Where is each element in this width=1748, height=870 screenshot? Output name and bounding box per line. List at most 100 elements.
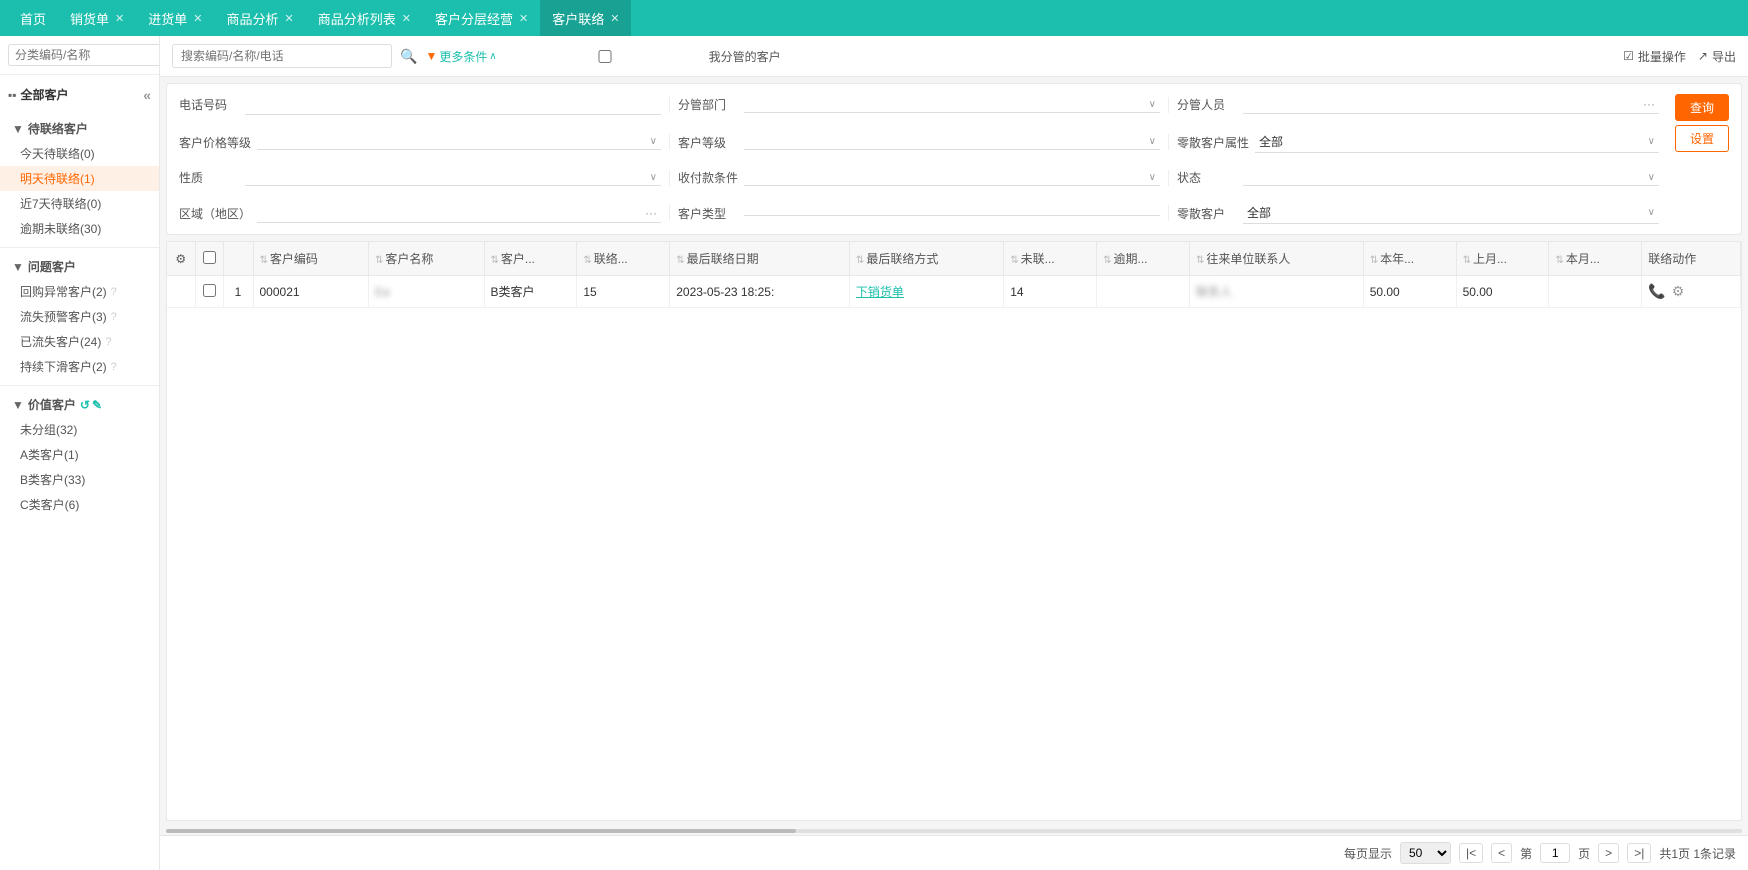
close-customer-layered-icon[interactable]: ✕ <box>519 12 528 25</box>
row-unit-contact: 联系人 <box>1189 276 1363 308</box>
table-header-num <box>223 242 253 276</box>
close-purchase-order-icon[interactable]: ✕ <box>193 12 202 25</box>
close-customer-contact-icon[interactable]: ✕ <box>610 12 619 25</box>
main-search-icon[interactable]: 🔍 <box>400 48 417 65</box>
sidebar-all-customers[interactable]: ▪▪ 全部客户 « <box>0 81 159 108</box>
table-header-last-month[interactable]: ⇅上月... <box>1456 242 1549 276</box>
table-header-code[interactable]: ⇅客户编码 <box>253 242 369 276</box>
filter-status-field: 状态 ∨ <box>1177 169 1659 186</box>
first-page-btn[interactable]: |< <box>1459 843 1483 863</box>
table-header-type[interactable]: ⇅客户... <box>484 242 577 276</box>
sidebar: 🔍 ▪▪ 全部客户 « ▼ 待联络客户 今天待联络(0) 明天待联络(1) 近7… <box>0 36 160 870</box>
row-checkbox[interactable] <box>195 276 223 308</box>
nav-customer-contact[interactable]: 客户联络 ✕ <box>540 0 631 36</box>
close-sales-order-icon[interactable]: ✕ <box>115 12 124 25</box>
batch-operation-btn[interactable]: ☑ 批量操作 <box>1623 48 1686 65</box>
my-customers-checkbox-label[interactable]: 我分管的客户 <box>505 48 781 65</box>
close-product-analysis-icon[interactable]: ✕ <box>285 12 294 25</box>
settings-button[interactable]: 设置 <box>1675 125 1729 152</box>
close-product-analysis-list-icon[interactable]: ✕ <box>402 12 411 25</box>
filter-retail-customer-field: 零散客户 全部 ∨ <box>1177 202 1659 224</box>
sidebar-item-tomorrow-contact[interactable]: 明天待联络(1) <box>0 166 159 191</box>
person-dots-icon: ··· <box>1643 97 1655 111</box>
sidebar-item-churned[interactable]: 已流失客户(24) ? <box>0 329 159 354</box>
filter-price-level-select[interactable]: ∨ <box>257 134 661 150</box>
nav-purchase-order[interactable]: 进货单 ✕ <box>136 0 214 36</box>
filter-more-btn[interactable]: ▼ 更多条件 ∧ <box>425 48 496 65</box>
filter-retail-customer-select[interactable]: 全部 ∨ <box>1243 202 1659 224</box>
table-header-overdue[interactable]: ⇅逾期... <box>1097 242 1190 276</box>
export-btn[interactable]: ↗ 导出 <box>1698 48 1736 65</box>
sidebar-item-repurchase-abnormal[interactable]: 回购异常客户(2) ? <box>0 279 159 304</box>
row-select-checkbox[interactable] <box>203 284 216 297</box>
collapse-icon[interactable]: « <box>143 87 151 103</box>
nav-product-analysis-list[interactable]: 商品分析列表 ✕ <box>306 0 423 36</box>
filter-actions: 查询 设置 <box>1675 94 1729 152</box>
nav-product-analysis[interactable]: 商品分析 ✕ <box>214 0 305 36</box>
table-header-this-year[interactable]: ⇅本年... <box>1363 242 1456 276</box>
table-header-last-method[interactable]: ⇅最后联络方式 <box>849 242 1003 276</box>
next-page-btn[interactable]: > <box>1598 843 1619 863</box>
prev-page-btn[interactable]: < <box>1491 843 1512 863</box>
filter-customer-level-select[interactable]: ∨ <box>744 134 1160 150</box>
edit-value-icon[interactable]: ✎ <box>92 398 102 412</box>
select-all-checkbox[interactable] <box>203 251 216 264</box>
filter-payment-select[interactable]: ∨ <box>744 170 1160 186</box>
nav-sales-order[interactable]: 销货单 ✕ <box>58 0 136 36</box>
table-header-checkbox[interactable] <box>195 242 223 276</box>
sidebar-problem-title[interactable]: ▼ 问题客户 <box>0 254 159 279</box>
query-button[interactable]: 查询 <box>1675 94 1729 121</box>
filter-divider-3 <box>669 134 670 150</box>
sidebar-item-b-class[interactable]: B类客户(33) <box>0 467 159 492</box>
scrollbar-thumb[interactable] <box>166 829 796 833</box>
sidebar-search-input[interactable] <box>8 44 160 66</box>
nav-home[interactable]: 首页 <box>8 0 58 36</box>
sidebar-item-overdue-contact[interactable]: 逾期未联络(30) <box>0 216 159 241</box>
last-page-btn[interactable]: >| <box>1627 843 1651 863</box>
filter-person-select[interactable]: ··· <box>1243 95 1659 114</box>
filter-status-select[interactable]: ∨ <box>1243 170 1659 186</box>
table-header-not-contacted[interactable]: ⇅未联... <box>1004 242 1097 276</box>
table-row: 1 000021 Ea B类客户 15 2023-05-23 18:25: 下销… <box>167 276 1741 308</box>
refresh-value-icon[interactable]: ↺ <box>80 398 90 412</box>
row-action-phone-icon[interactable]: 📞 <box>1648 283 1665 300</box>
sidebar-item-a-class[interactable]: A类客户(1) <box>0 442 159 467</box>
sidebar-value-title[interactable]: ▼ 价值客户 ↺ ✎ <box>0 392 159 417</box>
table-header-last-date[interactable]: ⇅最后联络日期 <box>670 242 850 276</box>
row-this-month <box>1549 276 1642 308</box>
table-header-this-month[interactable]: ⇅本月... <box>1549 242 1642 276</box>
sidebar-item-ungrouped[interactable]: 未分组(32) <box>0 417 159 442</box>
row-last-method[interactable]: 下销货单 <box>849 276 1003 308</box>
table-header-settings[interactable]: ⚙ <box>167 242 195 276</box>
row-not-contacted: 14 <box>1004 276 1097 308</box>
my-customers-checkbox[interactable] <box>505 50 705 63</box>
filter-phone-input[interactable] <box>245 94 661 115</box>
row-action-grid-icon[interactable]: ⚙ <box>1672 283 1685 300</box>
table-header-contact[interactable]: ⇅联络... <box>577 242 670 276</box>
horizontal-scrollbar[interactable] <box>160 827 1748 835</box>
table-header-name[interactable]: ⇅客户名称 <box>369 242 485 276</box>
dept-chevron-icon: ∨ <box>1149 99 1156 110</box>
arrow-down-icon: ▼ <box>12 122 24 136</box>
filter-nature-field: 性质 ∨ <box>179 169 661 186</box>
filter-retail-attr-select[interactable]: 全部 ∨ <box>1255 131 1659 153</box>
filter-nature-select[interactable]: ∨ <box>245 170 661 186</box>
per-page-select[interactable]: 50 100 200 <box>1400 842 1451 864</box>
filter-customer-type-select[interactable] <box>744 211 1160 216</box>
filter-region-select[interactable]: ··· <box>257 204 661 223</box>
price-level-chevron-icon: ∨ <box>650 136 657 147</box>
table-header-unit-contact[interactable]: ⇅往来单位联系人 <box>1189 242 1363 276</box>
nav-customer-layered[interactable]: 客户分层经营 ✕ <box>423 0 540 36</box>
sidebar-item-7days-contact[interactable]: 近7天待联络(0) <box>0 191 159 216</box>
filter-retail-customer-label: 零散客户 <box>1177 205 1237 222</box>
sidebar-item-today-contact[interactable]: 今天待联络(0) <box>0 141 159 166</box>
main-search-input[interactable] <box>172 44 392 68</box>
current-page-input[interactable] <box>1540 843 1570 863</box>
sidebar-item-declining[interactable]: 持续下滑客户(2) ? <box>0 354 159 379</box>
sidebar-pending-title[interactable]: ▼ 待联络客户 <box>0 116 159 141</box>
sidebar-item-c-class[interactable]: C类客户(6) <box>0 492 159 517</box>
filter-row-1: 电话号码 分管部门 ∨ 分管人员 <box>179 94 1659 115</box>
sidebar-item-churn-warning[interactable]: 流失预警客户(3) ? <box>0 304 159 329</box>
filter-dept-select[interactable]: ∨ <box>744 97 1160 113</box>
row-last-method-link[interactable]: 下销货单 <box>856 285 904 299</box>
